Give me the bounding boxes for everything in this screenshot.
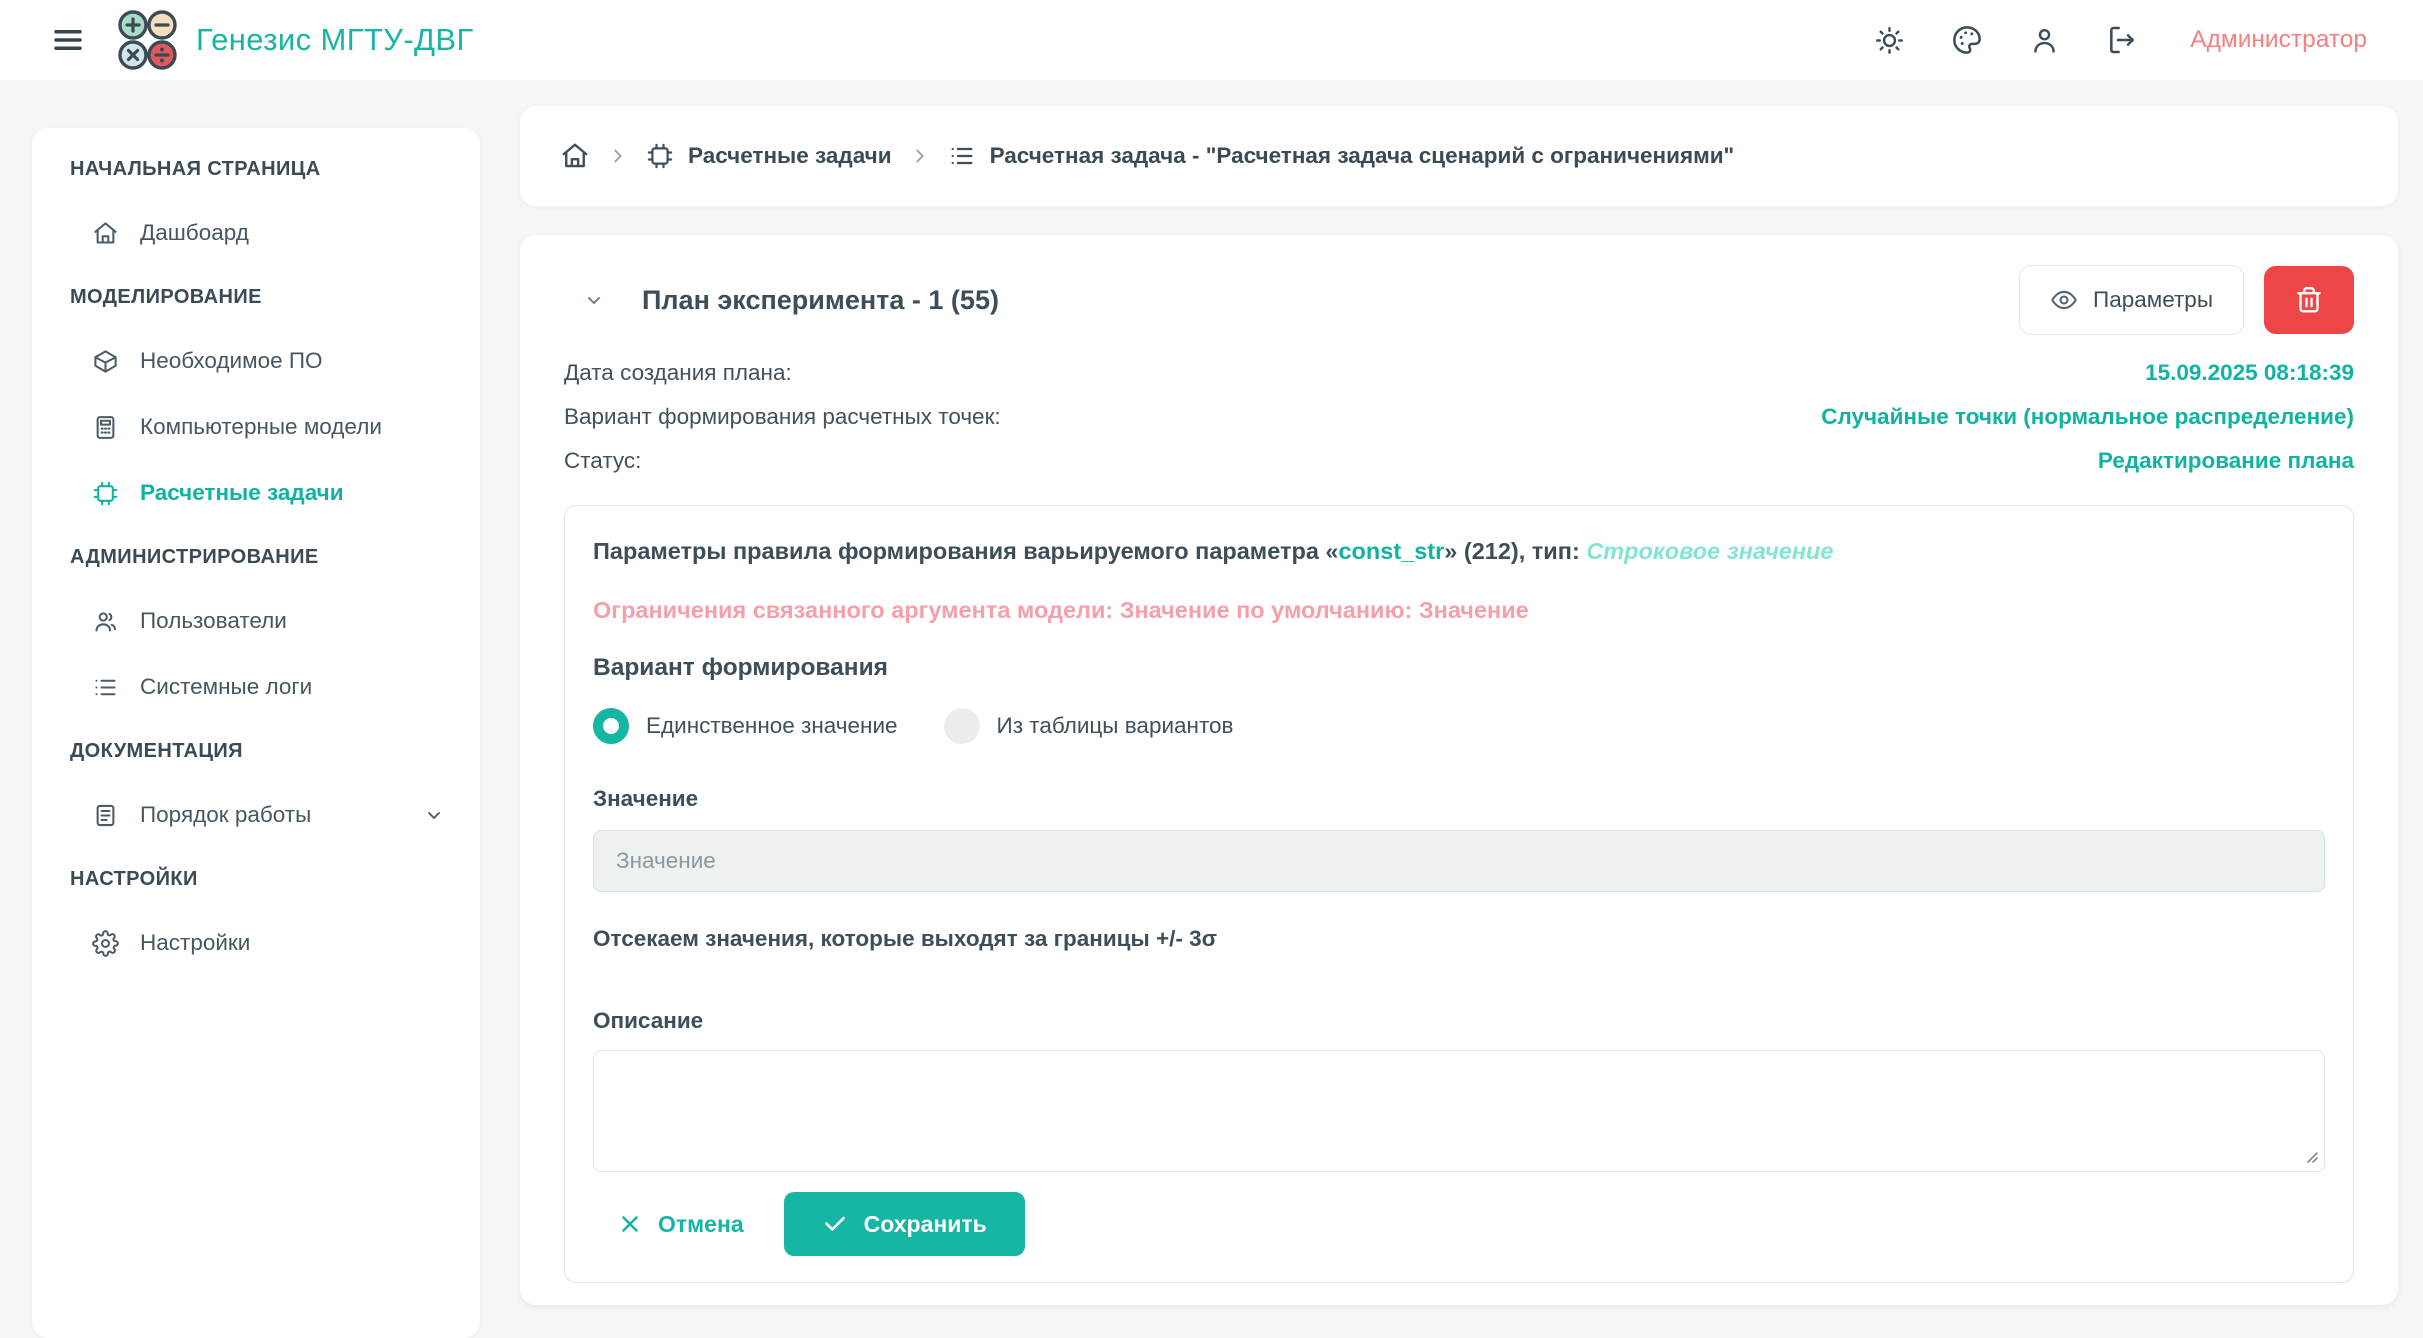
home-icon [94,221,117,244]
sidebar-item-label: Расчетные задачи [140,480,344,505]
user-role-label[interactable]: Администратор [2190,26,2367,54]
palette-icon[interactable] [1951,24,1983,56]
logout-icon[interactable] [2106,24,2138,56]
info-label: Вариант формирования расчетных точек: [564,404,1001,429]
radio-from-table[interactable]: Из таблицы вариантов [943,708,1234,744]
sidebar-item-label: Компьютерные модели [140,414,382,439]
chip-icon [93,481,118,505]
sidebar: НАЧАЛЬНАЯ СТРАНИЦА Дашбоард МОДЕЛИРОВАНИ… [32,128,480,1338]
radio-unselected-icon[interactable] [943,708,980,744]
check-icon [824,1216,845,1231]
sidebar-section-title: ДОКУМЕНТАЦИЯ [70,739,243,762]
sidebar-item-users[interactable]: Пользователи [32,588,480,654]
save-button-label: Сохранить [863,1210,987,1237]
variant-radio-group: Единственное значение Из таблицы вариант… [593,708,2325,744]
breadcrumb: Расчетные задачи Расчетная задача - "Рас… [520,106,2398,206]
rule-title-prefix: Параметры правила формирования варьируем… [593,538,1339,564]
breadcrumb-item-task[interactable]: Расчетная задача - "Расчетная задача сце… [948,142,1735,170]
sidebar-item-dashboard[interactable]: Дашбоард [32,200,480,266]
parameter-rule-panel: Параметры правила формирования варьируем… [564,505,2354,1283]
radio-single-value[interactable]: Единственное значение [593,708,898,744]
sidebar-section-title: МОДЕЛИРОВАНИЕ [70,285,262,308]
theme-sun-icon[interactable] [1874,25,1905,56]
rule-title-type: Строковое значение [1586,538,1834,564]
info-row: Статус: Редактирование плана [564,439,2354,483]
menu-icon[interactable] [50,22,86,58]
constraints-text: Ограничения связанного аргумента модели:… [593,597,1529,623]
delete-plan-button[interactable] [2264,266,2354,334]
rule-title-param-name: const_str [1338,538,1445,564]
info-row: Вариант формирования расчетных точек: Сл… [564,395,2354,439]
chevron-right-icon [915,149,924,163]
experiment-plan-card: План эксперимента - 1 (55) Параметры Дат… [520,235,2398,1305]
rule-title: Параметры правила формирования варьируем… [593,538,2325,565]
sidebar-item-software[interactable]: Необходимое ПО [32,328,480,394]
app-title: Генезис МГТУ-ДВГ [196,22,474,57]
breadcrumb-item-tasks[interactable]: Расчетные задачи [646,142,892,170]
value-label: Значение [593,786,699,811]
breadcrumb-label: Расчетная задача - "Расчетная задача сце… [989,143,1735,168]
sidebar-item-label: Порядок работы [140,802,312,827]
chevron-right-icon [614,149,622,163]
sidebar-item-label: Настройки [140,930,251,955]
trash-icon [2297,286,2321,313]
info-row: Дата создания плана: 15.09.2025 08:18:39 [564,351,2354,395]
sidebar-item-workflow[interactable]: Порядок работы [32,782,480,848]
info-label: Дата создания плана: [564,360,792,385]
parameters-button-label: Параметры [2093,287,2213,312]
info-value: Случайные точки (нормальное распределени… [1821,404,2354,429]
sigma-note: Отсекаем значения, которые выходят за гр… [593,926,1218,951]
breadcrumb-home[interactable] [560,141,590,171]
sidebar-item-tasks[interactable]: Расчетные задачи [32,460,480,526]
cancel-button[interactable]: Отмена [617,1211,744,1238]
x-icon [622,1216,638,1232]
info-value: 15.09.2025 08:18:39 [2145,360,2354,385]
collapse-chevron-icon[interactable] [582,288,606,312]
save-button[interactable]: Сохранить [783,1192,1025,1256]
chip-icon [647,143,673,169]
sidebar-section-title: НАСТРОЙКИ [70,867,198,890]
radio-label: Единственное значение [646,713,898,738]
app-header: Генезис МГТУ-ДВГ Администратор [0,0,2423,80]
app-logo-icon [114,7,180,73]
eye-icon [2051,290,2077,310]
variant-heading: Вариант формирования [593,654,888,681]
radio-label: Из таблицы вариантов [996,713,1234,738]
user-icon[interactable] [2029,25,2060,56]
rule-title-suffix: » (212), тип: [1444,538,1580,564]
description-textarea[interactable] [593,1050,2325,1172]
sidebar-item-label: Пользователи [140,608,287,633]
resize-handle[interactable] [2304,1149,2320,1165]
home-icon [562,143,588,168]
chevron-down-icon [428,812,440,819]
cancel-button-label: Отмена [658,1210,744,1237]
info-value: Редактирование плана [2097,448,2354,473]
value-input[interactable] [593,830,2325,892]
plan-title: План эксперимента - 1 (55) [642,284,999,315]
book-icon [96,804,115,826]
list-icon [951,147,973,165]
package-icon [94,349,117,373]
info-label: Статус: [564,448,642,473]
sidebar-item-settings[interactable]: Настройки [32,910,480,976]
sidebar-section-title: НАЧАЛЬНАЯ СТРАНИЦА [70,157,321,180]
parameters-button[interactable]: Параметры [2019,265,2244,335]
gear-icon [92,929,119,957]
sidebar-item-label: Необходимое ПО [140,348,323,373]
calculator-icon [96,415,115,439]
list-icon [95,679,116,695]
sidebar-section-title: АДМИНИСТРИРОВАНИЕ [70,545,319,568]
radio-selected-icon[interactable] [593,708,629,744]
sidebar-item-logs[interactable]: Системные логи [32,654,480,720]
sidebar-item-label: Системные логи [140,674,313,699]
sidebar-item-models[interactable]: Компьютерные модели [32,394,480,460]
breadcrumb-label: Расчетные задачи [688,143,892,168]
users-icon [95,611,116,632]
sidebar-item-label: Дашбоард [140,220,249,245]
description-label: Описание [593,1008,704,1033]
